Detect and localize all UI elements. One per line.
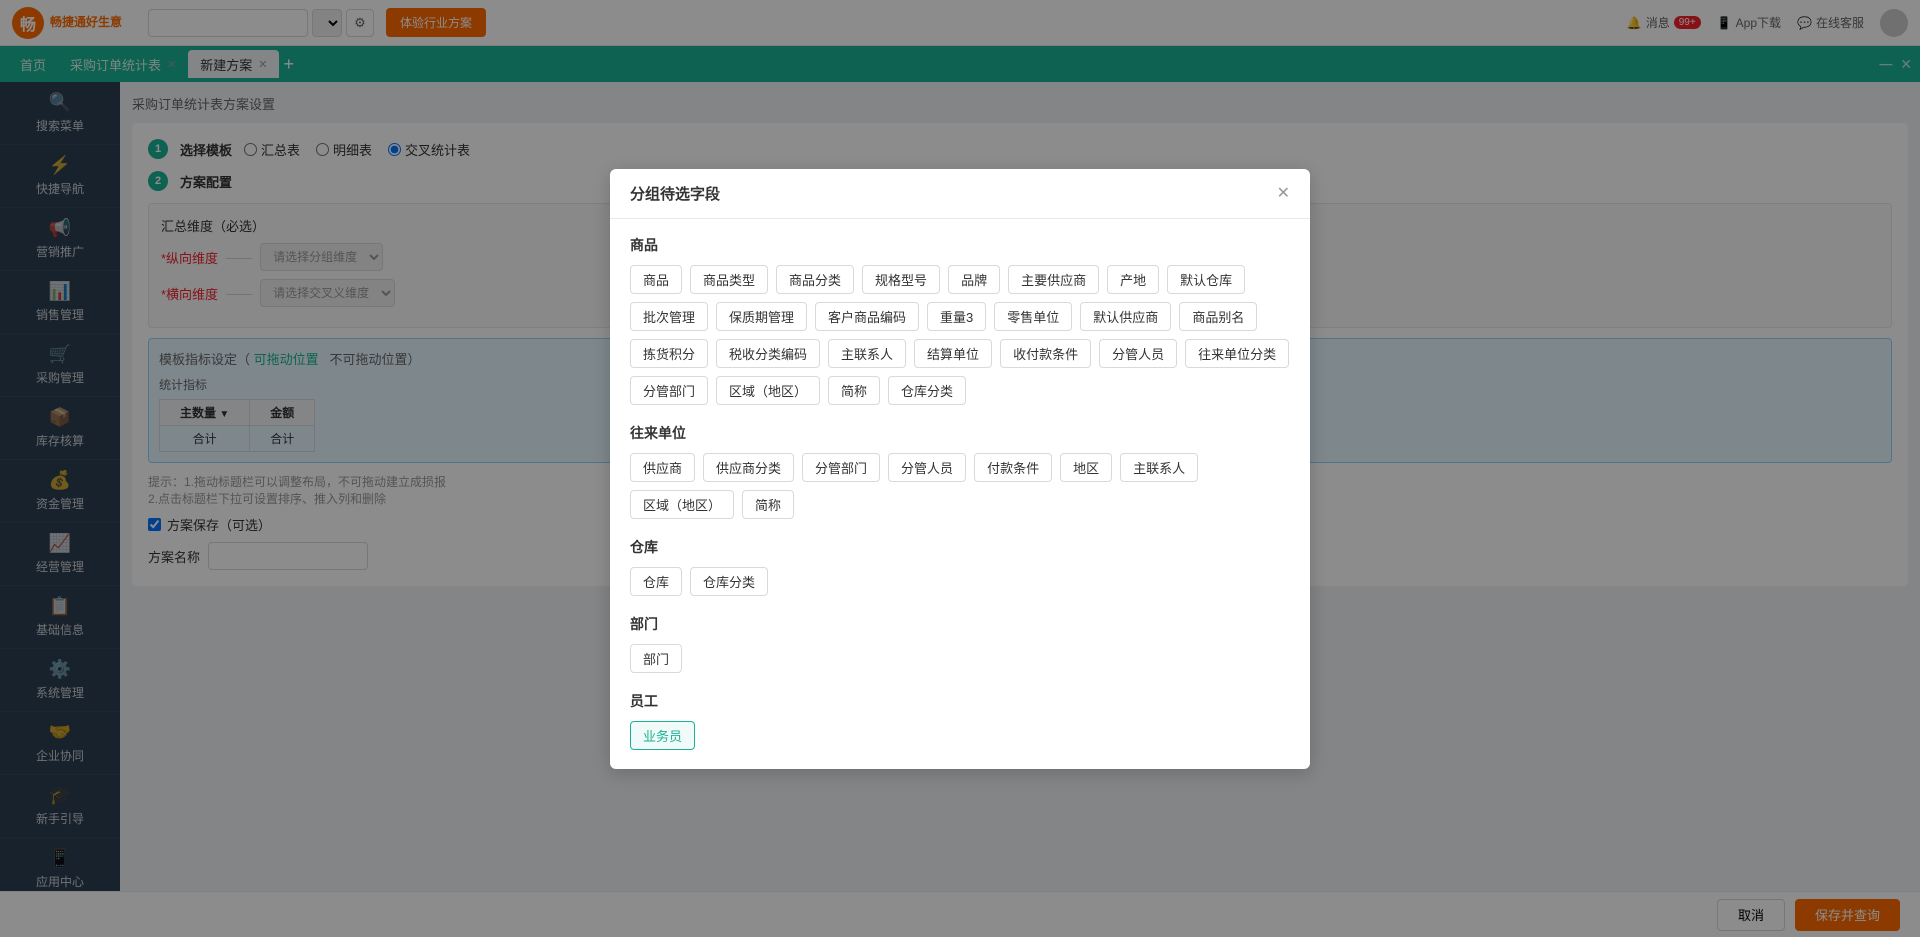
field-tag[interactable]: 零售单位: [994, 302, 1072, 331]
field-tag[interactable]: 商品类型: [690, 265, 768, 294]
field-tag[interactable]: 区域（地区）: [630, 490, 734, 519]
field-section-仓库: 仓库仓库仓库分类: [630, 537, 1290, 596]
field-tag[interactable]: 分管人员: [888, 453, 966, 482]
field-tag[interactable]: 供应商分类: [703, 453, 794, 482]
field-tag[interactable]: 简称: [828, 376, 880, 405]
field-tags-商品: 商品商品类型商品分类规格型号品牌主要供应商产地默认仓库批次管理保质期管理客户商品…: [630, 265, 1290, 405]
field-tags-部门: 部门: [630, 644, 1290, 673]
modal-header: 分组待选字段 ✕: [610, 169, 1310, 219]
field-tag[interactable]: 结算单位: [914, 339, 992, 368]
field-section-员工: 员工业务员: [630, 691, 1290, 750]
field-tag[interactable]: 商品: [630, 265, 682, 294]
field-tags-员工: 业务员: [630, 721, 1290, 750]
field-tag[interactable]: 重量3: [927, 302, 986, 331]
field-section-往来单位: 往来单位供应商供应商分类分管部门分管人员付款条件地区主联系人区域（地区） 简称: [630, 423, 1290, 519]
field-tag[interactable]: 分管人员: [1099, 339, 1177, 368]
field-tag[interactable]: 分管部门: [802, 453, 880, 482]
field-tag[interactable]: 业务员: [630, 721, 695, 750]
modal-overlay: 分组待选字段 ✕ 商品商品商品类型商品分类规格型号品牌主要供应商产地默认仓库批次…: [0, 0, 1920, 937]
field-tag[interactable]: 主要供应商: [1008, 265, 1099, 294]
field-tag[interactable]: 客户商品编码: [815, 302, 919, 331]
field-tag[interactable]: 收付款条件: [1000, 339, 1091, 368]
field-tag[interactable]: 批次管理: [630, 302, 708, 331]
field-tag[interactable]: 分管部门: [630, 376, 708, 405]
section-title-往来单位: 往来单位: [630, 423, 1290, 443]
field-tag[interactable]: 地区: [1060, 453, 1112, 482]
field-tag[interactable]: 付款条件: [974, 453, 1052, 482]
field-tag[interactable]: 产地: [1107, 265, 1159, 294]
field-tag[interactable]: 品牌: [948, 265, 1000, 294]
field-tag[interactable]: 保质期管理: [716, 302, 807, 331]
field-tag[interactable]: 简称: [742, 490, 794, 519]
field-tag[interactable]: 商品分类: [776, 265, 854, 294]
field-tag[interactable]: 部门: [630, 644, 682, 673]
field-tag[interactable]: 默认供应商: [1080, 302, 1171, 331]
field-tags-仓库: 仓库仓库分类: [630, 567, 1290, 596]
section-title-商品: 商品: [630, 235, 1290, 255]
modal-close-button[interactable]: ✕: [1277, 183, 1290, 203]
field-tag[interactable]: 仓库分类: [690, 567, 768, 596]
section-title-员工: 员工: [630, 691, 1290, 711]
field-tag[interactable]: 往来单位分类: [1185, 339, 1289, 368]
field-tag[interactable]: 商品别名: [1179, 302, 1257, 331]
modal-body: 商品商品商品类型商品分类规格型号品牌主要供应商产地默认仓库批次管理保质期管理客户…: [610, 219, 1310, 769]
field-tag[interactable]: 主联系人: [1120, 453, 1198, 482]
field-section-商品: 商品商品商品类型商品分类规格型号品牌主要供应商产地默认仓库批次管理保质期管理客户…: [630, 235, 1290, 405]
field-tag[interactable]: 仓库分类: [888, 376, 966, 405]
field-section-部门: 部门部门: [630, 614, 1290, 673]
field-tag[interactable]: 规格型号: [862, 265, 940, 294]
field-selector-modal: 分组待选字段 ✕ 商品商品商品类型商品分类规格型号品牌主要供应商产地默认仓库批次…: [610, 169, 1310, 769]
field-tag[interactable]: 仓库: [630, 567, 682, 596]
field-tag[interactable]: 税收分类编码: [716, 339, 820, 368]
modal-title: 分组待选字段: [630, 183, 720, 204]
field-tag[interactable]: 默认仓库: [1167, 265, 1245, 294]
field-tag[interactable]: 拣货积分: [630, 339, 708, 368]
field-section-商品属性: 商品属性属性颜色多规格尺码鞋码1: [630, 768, 1290, 769]
section-title-商品属性: 商品属性: [630, 768, 1290, 769]
field-tags-往来单位: 供应商供应商分类分管部门分管人员付款条件地区主联系人区域（地区） 简称: [630, 453, 1290, 519]
field-tag[interactable]: 供应商: [630, 453, 695, 482]
section-title-仓库: 仓库: [630, 537, 1290, 557]
section-title-部门: 部门: [630, 614, 1290, 634]
field-tag[interactable]: 主联系人: [828, 339, 906, 368]
field-tag[interactable]: 区域（地区）: [716, 376, 820, 405]
